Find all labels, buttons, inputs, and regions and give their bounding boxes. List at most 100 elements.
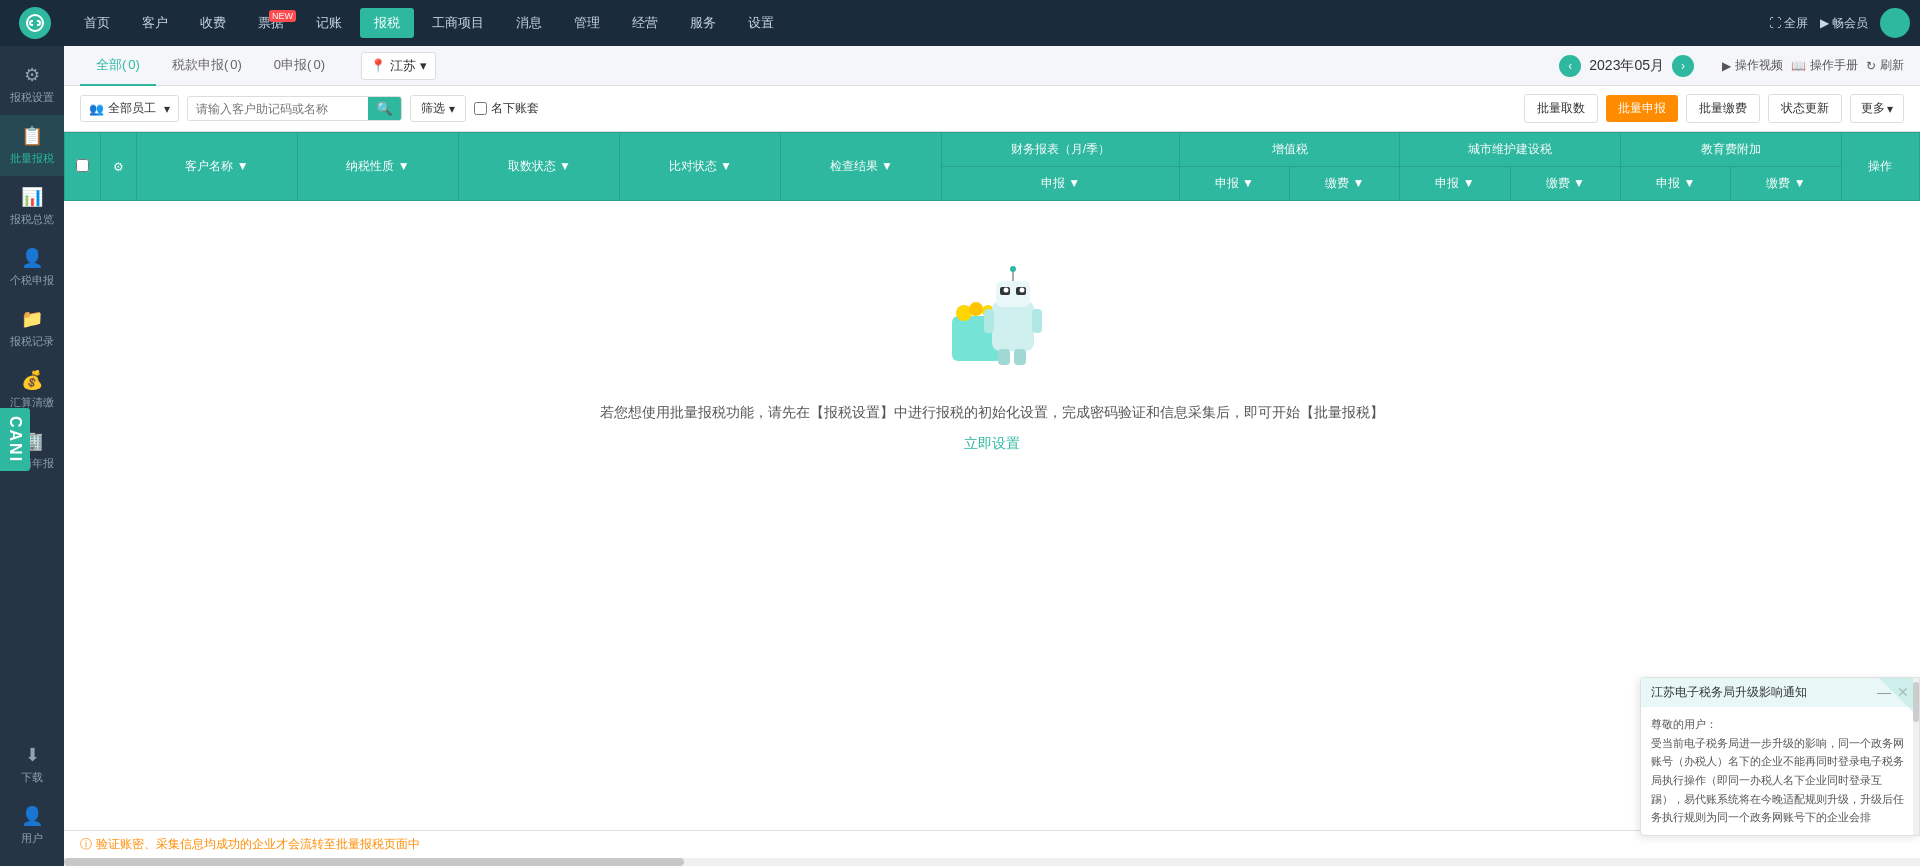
province-select[interactable]: 📍 江苏 ▾ (361, 52, 436, 80)
account-checkbox[interactable] (474, 102, 487, 115)
nav-accounting[interactable]: 记账 (302, 8, 356, 38)
filter-chevron-icon: ▾ (449, 102, 455, 116)
refresh-btn[interactable]: ↻ 刷新 (1866, 57, 1904, 74)
nav-settings[interactable]: 设置 (734, 8, 788, 38)
tab-tax-declare[interactable]: 税款申报(0) (156, 46, 258, 86)
sidebar-item-personal-tax[interactable]: 👤 个税申报 (0, 237, 64, 298)
nav-operation[interactable]: 经营 (618, 8, 672, 38)
validate-message: ⓘ 验证账密、采集信息均成功的企业才会流转至批量报税页面中 (80, 836, 420, 853)
next-month-btn[interactable]: › (1672, 55, 1694, 77)
search-input[interactable] (188, 98, 368, 120)
th-vat-declare: 申报 ▼ (1179, 167, 1289, 201)
employee-select[interactable]: 👥 全部员工 ▾ (80, 95, 179, 122)
city-p-filter-icon[interactable]: ▼ (1573, 176, 1585, 190)
sidebar-item-tax-overview[interactable]: 📊 报税总览 (0, 176, 64, 237)
nav-manage[interactable]: 管理 (560, 8, 614, 38)
batch-fetch-btn[interactable]: 批量取数 (1524, 94, 1598, 123)
sidebar-item-tax-records[interactable]: 📁 报税记录 (0, 298, 64, 359)
th-city-declare: 申报 ▼ (1400, 167, 1510, 201)
batch-tax-icon: 📋 (21, 125, 43, 147)
scroll-thumb[interactable] (64, 858, 684, 866)
sidebar-item-tax-settings[interactable]: ⚙ 报税设置 (0, 54, 64, 115)
member-btn[interactable]: ▶ 畅会员 (1820, 15, 1868, 32)
personal-tax-icon: 👤 (21, 247, 43, 269)
setup-link[interactable]: 立即设置 (964, 435, 1020, 453)
batch-declare-btn[interactable]: 批量申报 (1606, 95, 1678, 122)
search-button[interactable]: 🔍 (368, 97, 401, 120)
operation-video-btn[interactable]: ▶ 操作视频 (1722, 57, 1783, 74)
search-icon: 🔍 (376, 101, 393, 116)
notification-scroll-thumb[interactable] (1913, 682, 1919, 722)
settings-icon[interactable]: ⚙ (113, 160, 124, 174)
user-icon: 👤 (21, 805, 43, 827)
nav-right: ⛶ 全屏 ▶ 畅会员 (1769, 8, 1910, 38)
data-table: ⚙ 客户名称 ▼ 纳税性质 ▼ 取数状态 ▼ (64, 132, 1920, 513)
sidebar-item-user[interactable]: 👤 用户 (0, 795, 64, 856)
avatar[interactable] (1880, 8, 1910, 38)
th-financial-declare: 申报 ▼ (942, 167, 1179, 201)
city-d-filter-icon[interactable]: ▼ (1463, 176, 1475, 190)
cani-badge[interactable]: CANI (0, 408, 30, 471)
vat-d-filter-icon[interactable]: ▼ (1242, 176, 1254, 190)
tab-all[interactable]: 全部(0) (80, 46, 156, 86)
prev-month-btn[interactable]: ‹ (1559, 55, 1581, 77)
sidebar-bottom: ⬇ 下载 👤 用户 (0, 734, 64, 866)
vat-p-filter-icon[interactable]: ▼ (1352, 176, 1364, 190)
fin-filter-icon[interactable]: ▼ (1068, 176, 1080, 190)
account-checkbox-wrap[interactable]: 名下账套 (474, 100, 539, 117)
svg-rect-4 (992, 301, 1034, 351)
fullscreen-icon: ⛶ (1769, 16, 1781, 30)
chevron-down-icon: ▾ (420, 58, 427, 73)
compare-filter-icon[interactable]: ▼ (720, 159, 732, 173)
logo-icon[interactable] (19, 7, 51, 39)
sidebar-item-batch-tax[interactable]: 📋 批量报税 (0, 115, 64, 176)
tabs-bar: 全部(0) 税款申报(0) 0申报(0) 📍 江苏 ▾ ‹ 2023年05月 › (64, 46, 1920, 86)
refresh-icon: ↻ (1866, 59, 1876, 73)
warning-icon: ⓘ (80, 836, 92, 853)
main-layout: ⚙ 报税设置 📋 批量报税 📊 报税总览 👤 个税申报 📁 报税记录 💰 汇算清… (0, 46, 1920, 866)
th-vat: 增值税 (1179, 133, 1400, 167)
more-btn[interactable]: 更多 ▾ (1850, 94, 1904, 123)
nav-fee[interactable]: 收费 (186, 8, 240, 38)
edu-p-filter-icon[interactable]: ▼ (1794, 176, 1806, 190)
th-check-result: 检查结果 ▼ (781, 133, 942, 201)
nav-business[interactable]: 工商项目 (418, 8, 498, 38)
nav-service[interactable]: 服务 (676, 8, 730, 38)
th-education: 教育费附加 (1621, 133, 1842, 167)
nav-ticket[interactable]: 票据 NEW (244, 8, 298, 38)
fetch-filter-icon[interactable]: ▼ (559, 159, 571, 173)
th-vat-pay: 缴费 ▼ (1290, 167, 1400, 201)
batch-pay-btn[interactable]: 批量缴费 (1686, 94, 1760, 123)
current-date: 2023年05月 (1589, 57, 1664, 75)
tax-records-icon: 📁 (21, 308, 43, 330)
nav-client[interactable]: 客户 (128, 8, 182, 38)
tab-zero-declare[interactable]: 0申报(0) (258, 46, 341, 86)
empty-message: 若您想使用批量报税功能，请先在【报税设置】中进行报税的初始化设置，完成密码验证和… (600, 401, 1384, 423)
fullscreen-btn[interactable]: ⛶ 全屏 (1769, 15, 1808, 32)
operation-manual-btn[interactable]: 📖 操作手册 (1791, 57, 1858, 74)
manual-icon: 📖 (1791, 59, 1806, 73)
nav-home[interactable]: 首页 (70, 8, 124, 38)
notification-body: 尊敬的用户： 受当前电子税务局进一步升级的影响，同一个政务网账号（办税人）名下的… (1641, 707, 1919, 835)
svg-point-2 (969, 302, 983, 316)
edu-d-filter-icon[interactable]: ▼ (1683, 176, 1695, 190)
member-icon: ▶ (1820, 16, 1829, 30)
notification-scrollbar[interactable] (1913, 678, 1919, 835)
horizontal-scrollbar[interactable] (64, 858, 1920, 866)
th-fetch-status: 取数状态 ▼ (459, 133, 620, 201)
status-update-btn[interactable]: 状态更新 (1768, 94, 1842, 123)
toolbar: 👥 全部员工 ▾ 🔍 筛选 ▾ 名下账套 批量取数 批量申报 批 (64, 86, 1920, 132)
tax-type-filter-icon[interactable]: ▼ (398, 159, 410, 173)
filter-icon[interactable]: ▼ (237, 159, 249, 173)
select-all-checkbox[interactable] (76, 159, 89, 172)
top-nav: 首页 客户 收费 票据 NEW 记账 报税 工商项目 消息 管理 经营 服务 设… (0, 0, 1920, 46)
nav-message[interactable]: 消息 (502, 8, 556, 38)
nav-tax[interactable]: 报税 (360, 8, 414, 38)
check-filter-icon[interactable]: ▼ (881, 159, 893, 173)
th-edu-declare: 申报 ▼ (1621, 167, 1731, 201)
filter-button[interactable]: 筛选 ▾ (410, 95, 466, 122)
sidebar-item-download[interactable]: ⬇ 下载 (0, 734, 64, 795)
notification-text: 尊敬的用户： 受当前电子税务局进一步升级的影响，同一个政务网账号（办税人）名下的… (1651, 715, 1909, 827)
notification-title: 江苏电子税务局升级影响通知 (1651, 684, 1807, 701)
action-btns: ▶ 操作视频 📖 操作手册 ↻ 刷新 (1722, 57, 1904, 74)
